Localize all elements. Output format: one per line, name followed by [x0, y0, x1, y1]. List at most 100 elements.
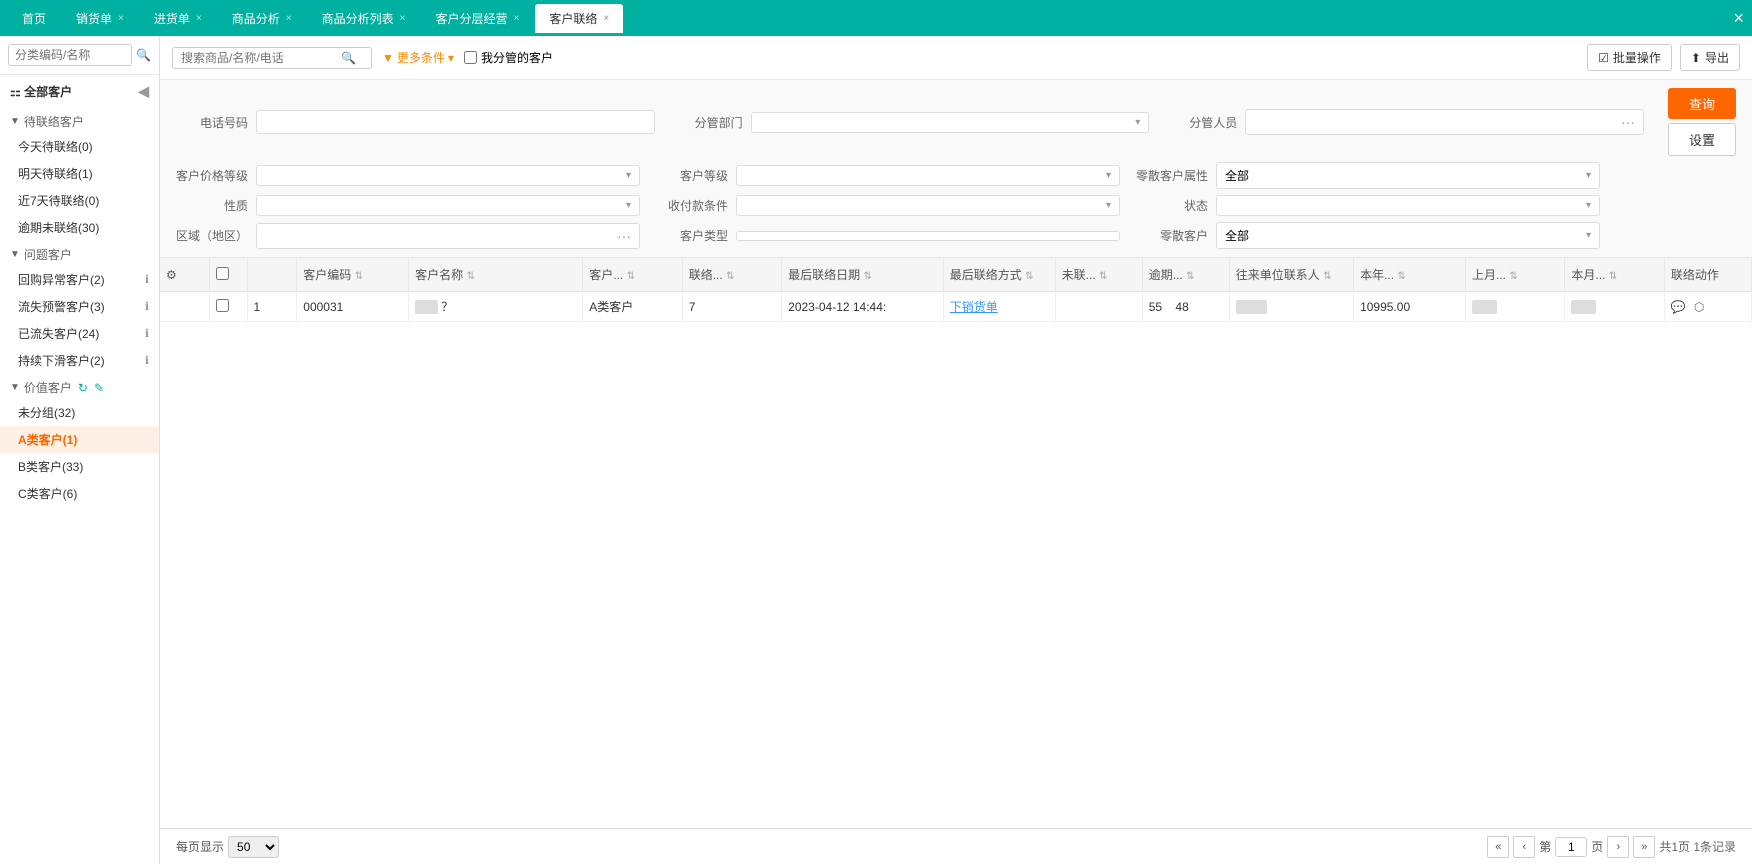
- row-checkbox[interactable]: [216, 299, 229, 312]
- col-nocontact-header[interactable]: 未联... ⇅: [1055, 258, 1142, 292]
- col-overdue-header[interactable]: 逾期... ⇅: [1142, 258, 1229, 292]
- nature-select[interactable]: ▾: [256, 195, 640, 216]
- sidebar-search-icon[interactable]: 🔍: [136, 48, 151, 62]
- col-code-header[interactable]: 客户编码 ⇅: [297, 258, 409, 292]
- area-dots-icon[interactable]: ···: [617, 228, 631, 244]
- section-value-customer[interactable]: ▼ 价值客户 ↻ ✎: [0, 374, 159, 399]
- sidebar-item-overdue[interactable]: 逾期未联络(30): [0, 214, 159, 241]
- sidebar-item-lost[interactable]: 已流失客户(24) ℹ: [0, 320, 159, 347]
- sidebar-item-class-c[interactable]: C类客户(6): [0, 480, 159, 507]
- info-icon-declining[interactable]: ℹ: [145, 354, 149, 367]
- col-thisyear-sort[interactable]: ⇅: [1397, 271, 1405, 282]
- last-page-button[interactable]: »: [1633, 836, 1655, 858]
- my-customers-checkbox[interactable]: [464, 51, 477, 64]
- area-select[interactable]: ···: [256, 223, 640, 249]
- settings-button[interactable]: 设置: [1668, 123, 1736, 156]
- col-contact-header[interactable]: 联络... ⇅: [682, 258, 781, 292]
- filter-more-conditions[interactable]: ▼ 更多条件 ▾: [382, 49, 454, 66]
- col-name-sort[interactable]: ⇅: [467, 271, 475, 282]
- action-contact-icon[interactable]: 💬: [1671, 300, 1686, 314]
- tab-goods-analysis-close[interactable]: ×: [286, 13, 292, 24]
- col-contacts-header[interactable]: 往来单位联系人 ⇅: [1229, 258, 1353, 292]
- tab-sale-close[interactable]: ×: [118, 13, 124, 24]
- next-page-button[interactable]: ›: [1607, 836, 1629, 858]
- sidebar-item-tomorrow[interactable]: 明天待联络(1): [0, 160, 159, 187]
- section-pending-arrow: ▼: [10, 116, 20, 127]
- sidebar-item-7days[interactable]: 近7天待联络(0): [0, 187, 159, 214]
- col-lastdate-sort[interactable]: ⇅: [864, 271, 872, 282]
- person-dots-icon[interactable]: ···: [1621, 114, 1635, 130]
- info-icon-abnormal[interactable]: ℹ: [145, 273, 149, 286]
- col-nocontact-sort[interactable]: ⇅: [1099, 271, 1107, 282]
- filter-search-input[interactable]: [181, 51, 341, 65]
- page-number-input[interactable]: [1555, 837, 1587, 857]
- window-close-button[interactable]: ×: [1733, 8, 1744, 29]
- col-contacts-sort[interactable]: ⇅: [1323, 271, 1331, 282]
- col-lastdate-header[interactable]: 最后联络日期 ⇅: [782, 258, 944, 292]
- search-button[interactable]: 查询: [1668, 88, 1736, 119]
- section-pending-contact[interactable]: ▼ 待联络客户: [0, 108, 159, 133]
- sidebar-all-customers[interactable]: ⚏ 全部客户 ◀: [0, 75, 159, 108]
- dept-label: 分管部门: [671, 114, 751, 131]
- phone-input[interactable]: [256, 110, 655, 134]
- tab-customer-contact[interactable]: 客户联络 ×: [535, 4, 623, 33]
- payment-select[interactable]: ▾: [736, 195, 1120, 216]
- export-button[interactable]: ⬆ 导出: [1680, 44, 1740, 71]
- col-class-sort[interactable]: ⇅: [627, 271, 635, 282]
- retail-customer-select[interactable]: 全部 ▾: [1216, 222, 1600, 249]
- first-page-button[interactable]: «: [1487, 836, 1509, 858]
- col-lastway-header[interactable]: 最后联络方式 ⇅: [943, 258, 1055, 292]
- row-lastway-link[interactable]: 下销货单: [950, 300, 998, 314]
- retail-attr-select[interactable]: 全部 ▾: [1216, 162, 1600, 189]
- prev-page-button[interactable]: ‹: [1513, 836, 1535, 858]
- col-contact-sort[interactable]: ⇅: [726, 271, 734, 282]
- sidebar-item-today[interactable]: 今天待联络(0): [0, 133, 159, 160]
- person-select[interactable]: ···: [1245, 109, 1644, 135]
- col-name-header[interactable]: 客户名称 ⇅: [409, 258, 583, 292]
- sidebar-item-lostwarning[interactable]: 流失预警客户(3) ℹ: [0, 293, 159, 320]
- section-problem-customer[interactable]: ▼ 问题客户: [0, 241, 159, 266]
- tab-sale[interactable]: 销货单 ×: [62, 4, 138, 33]
- tab-customer-contact-close[interactable]: ×: [603, 13, 609, 24]
- dept-select[interactable]: ▾: [751, 112, 1150, 133]
- sidebar-item-declining[interactable]: 持续下滑客户(2) ℹ: [0, 347, 159, 374]
- col-overdue-sort[interactable]: ⇅: [1186, 271, 1194, 282]
- tab-purchase[interactable]: 进货单 ×: [140, 4, 216, 33]
- filter-my-customers[interactable]: 我分管的客户: [464, 49, 553, 66]
- col-lastway-sort[interactable]: ⇅: [1025, 271, 1033, 282]
- action-share-icon[interactable]: ⬡: [1694, 300, 1704, 314]
- select-all-checkbox[interactable]: [216, 267, 229, 280]
- col-thismonth-header[interactable]: 本月... ⇅: [1565, 258, 1664, 292]
- section-value-edit[interactable]: ✎: [94, 381, 104, 395]
- sidebar-search-input[interactable]: [8, 44, 132, 66]
- filter-search-icon[interactable]: 🔍: [341, 51, 356, 65]
- tab-goods-list[interactable]: 商品分析列表 ×: [308, 4, 420, 33]
- tab-purchase-close[interactable]: ×: [196, 13, 202, 24]
- status-select[interactable]: ▾: [1216, 195, 1600, 216]
- tab-home[interactable]: 首页: [8, 4, 60, 33]
- info-icon-lostwarning[interactable]: ℹ: [145, 300, 149, 313]
- sidebar-item-class-a[interactable]: A类客户(1): [0, 426, 159, 453]
- section-value-refresh[interactable]: ↻: [78, 381, 88, 395]
- sidebar-collapse-icon[interactable]: ◀: [138, 83, 149, 100]
- col-lastmonth-sort[interactable]: ⇅: [1509, 271, 1517, 282]
- col-class-header[interactable]: 客户... ⇅: [583, 258, 682, 292]
- price-level-select[interactable]: ▾: [256, 165, 640, 186]
- info-icon-lost[interactable]: ℹ: [145, 327, 149, 340]
- sidebar-item-class-b[interactable]: B类客户(33): [0, 453, 159, 480]
- col-thismonth-sort[interactable]: ⇅: [1609, 271, 1617, 282]
- per-page-select[interactable]: 50 100 200: [228, 836, 279, 858]
- col-settings[interactable]: ⚙: [160, 258, 210, 292]
- tab-customer-layer-close[interactable]: ×: [513, 13, 519, 24]
- col-thisyear-header[interactable]: 本年... ⇅: [1354, 258, 1466, 292]
- tab-goods-list-close[interactable]: ×: [400, 13, 406, 24]
- sidebar-item-unclassified[interactable]: 未分组(32): [0, 399, 159, 426]
- tab-customer-layer[interactable]: 客户分层经营 ×: [421, 4, 533, 33]
- tab-goods-analysis[interactable]: 商品分析 ×: [218, 4, 306, 33]
- sidebar-item-abnormal[interactable]: 回购异常客户(2) ℹ: [0, 266, 159, 293]
- col-code-sort[interactable]: ⇅: [355, 271, 363, 282]
- customer-type-select[interactable]: [736, 231, 1120, 241]
- customer-level-select[interactable]: ▾: [736, 165, 1120, 186]
- col-lastmonth-header[interactable]: 上月... ⇅: [1465, 258, 1564, 292]
- batch-operations-button[interactable]: ☑ 批量操作: [1587, 44, 1672, 71]
